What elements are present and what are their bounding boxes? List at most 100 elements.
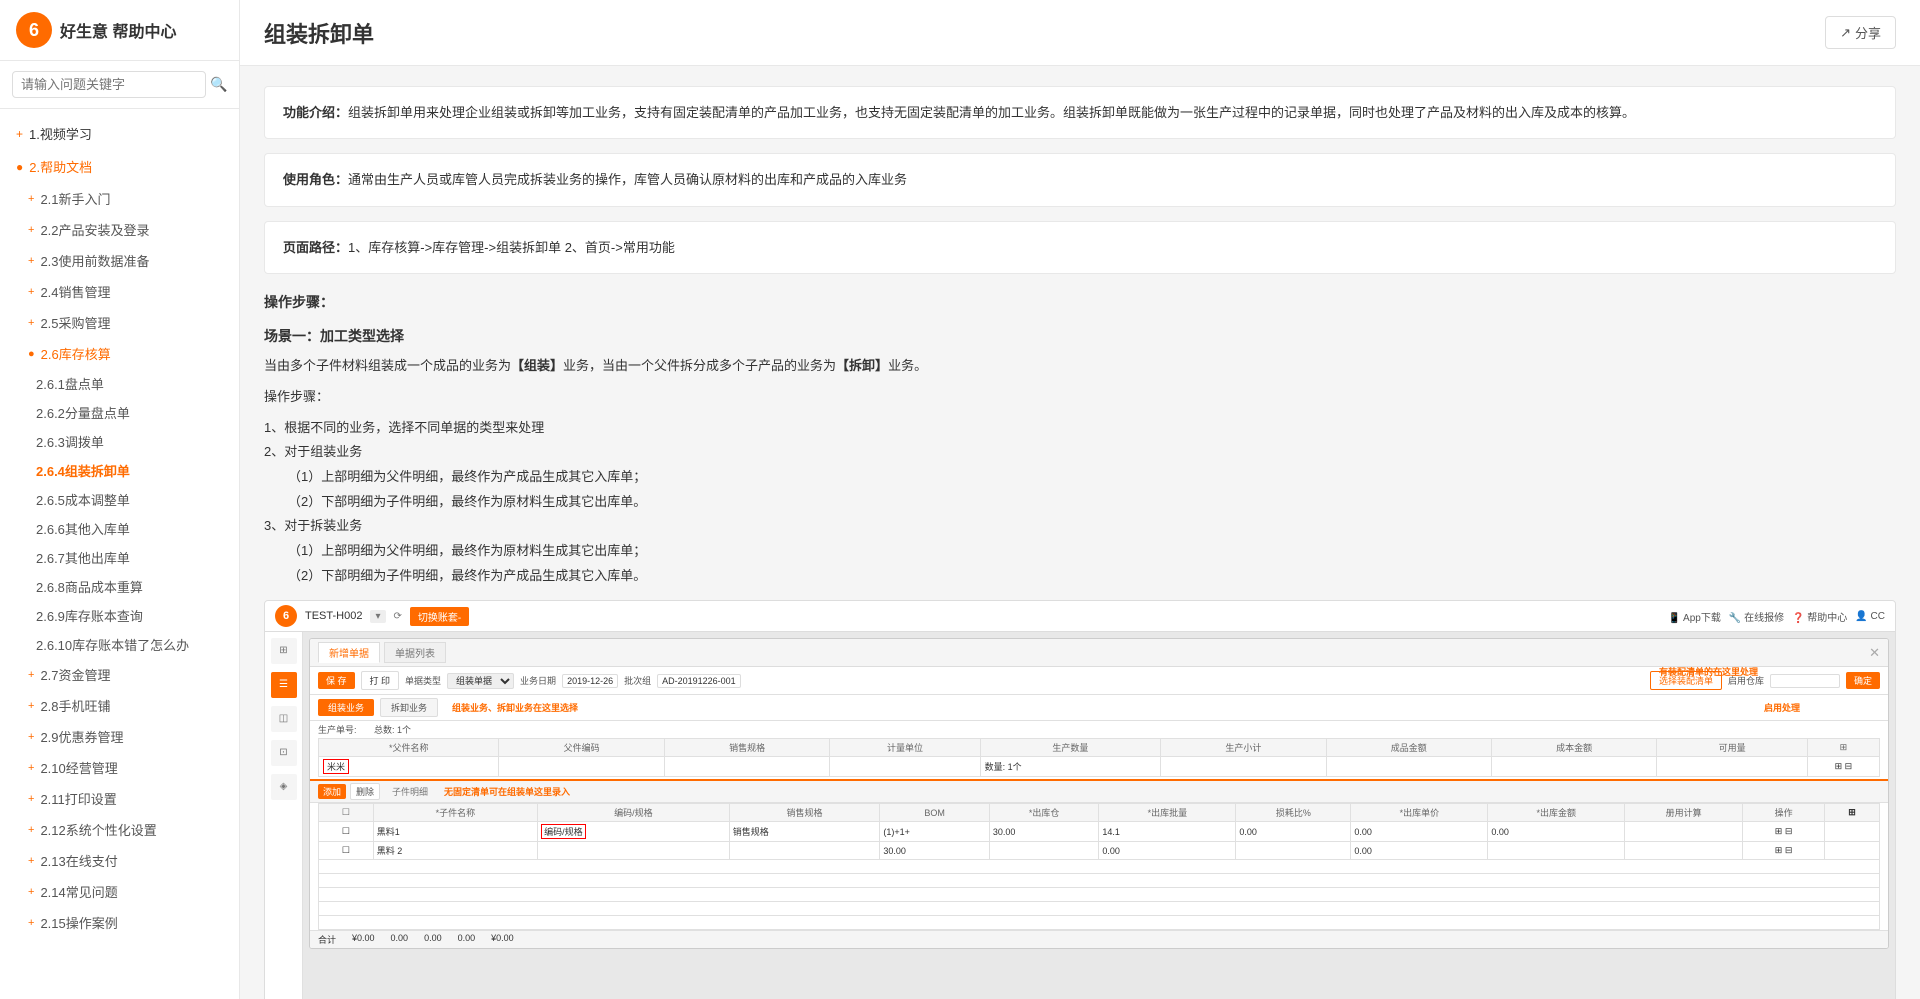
share-label: 分享 bbox=[1855, 23, 1881, 42]
share-icon: ↗ bbox=[1840, 25, 1851, 41]
ss-ltr-2-check: ☐ bbox=[319, 842, 374, 860]
page-title: 组装拆卸单 bbox=[264, 17, 374, 49]
ss-btn-ok[interactable]: 确定 bbox=[1846, 672, 1880, 689]
sidebar-item-stock-check[interactable]: 2.6.9库存账本查询 bbox=[0, 601, 239, 630]
ss-subtab-disassembly[interactable]: 拆卸业务 bbox=[380, 698, 438, 717]
sidebar-item-transfer[interactable]: 2.6.3调拨单 bbox=[0, 427, 239, 456]
step-2: 2、对于组装业务 bbox=[264, 440, 1896, 465]
sub-plus-icon: + bbox=[28, 669, 34, 681]
screenshot-container: 6 TEST-H002 ▾ ⟳ 切换账套- 📱 App下载 🔧 在线报修 ❓ 帮… bbox=[264, 600, 1896, 999]
share-button[interactable]: ↗ 分享 bbox=[1825, 16, 1896, 49]
sidebar-item-label: 2.帮助文档 bbox=[29, 157, 92, 176]
ss-lth-remarks: 册用计算 bbox=[1625, 804, 1743, 822]
sidebar-item-cost-calc[interactable]: 2.6.8商品成本重算 bbox=[0, 572, 239, 601]
main-content: 组装拆卸单 ↗ 分享 功能介绍：组装拆卸单用来处理企业组装或拆卸等加工业务，支持… bbox=[240, 0, 1920, 999]
sub-plus-icon: + bbox=[28, 255, 34, 267]
sidebar-item-install[interactable]: + 2.2产品安装及登录 bbox=[0, 214, 239, 245]
search-input[interactable] bbox=[12, 71, 206, 98]
role-text: 通常由生产人员或库管人员完成拆装业务的操作，库管人员确认原材料的出库和产成品的入… bbox=[348, 172, 907, 187]
ss-lth-loss: 损耗比% bbox=[1236, 804, 1351, 822]
ss-top-icons: 📱 App下载 🔧 在线报修 ❓ 帮助中心 👤 CC bbox=[1668, 609, 1885, 624]
sidebar-item-coupon[interactable]: + 2.9优惠券管理 bbox=[0, 721, 239, 752]
sidebar-item-account-err[interactable]: 2.6.10库存账本错了怎么办 bbox=[0, 630, 239, 659]
ss-btn-del-row[interactable]: 删除 bbox=[350, 783, 380, 800]
sidebar-item-inventory[interactable]: ● 2.6库存核算 bbox=[0, 338, 239, 369]
ss-btn-add-row[interactable]: 添加 bbox=[318, 784, 346, 799]
sidebar-item-faq[interactable]: + 2.14常见问题 bbox=[0, 876, 239, 907]
ss-ltr-3 bbox=[319, 860, 1880, 874]
ss-tab-list[interactable]: 单据列表 bbox=[384, 642, 446, 663]
disassembly-step-1: （1）上部明细为父件明细，最终作为原材料生成其它出库单； bbox=[288, 539, 1896, 564]
sidebar-item-assembly[interactable]: 2.6.4组装拆卸单 bbox=[0, 456, 239, 485]
ss-lth-check: ☐ bbox=[319, 804, 374, 822]
sidebar-item-stocktake[interactable]: 2.6.1盘点单 bbox=[0, 369, 239, 398]
ss-td-action[interactable]: ⊞ ⊟ bbox=[1807, 757, 1879, 777]
ss-nav-icon-home[interactable]: ⊞ bbox=[271, 638, 297, 664]
sidebar-item-split[interactable]: 2.6.2分量盘点单 bbox=[0, 398, 239, 427]
sidebar-item-pay[interactable]: + 2.13在线支付 bbox=[0, 845, 239, 876]
sidebar-item-other-out[interactable]: 2.6.7其他出库单 bbox=[0, 543, 239, 572]
sidebar-item-data-prep[interactable]: + 2.3使用前数据准备 bbox=[0, 245, 239, 276]
sidebar-item-other-in[interactable]: 2.6.6其他入库单 bbox=[0, 514, 239, 543]
ss-td-product-amt bbox=[1326, 757, 1491, 777]
ss-ltr-2-loss bbox=[1236, 842, 1351, 860]
sidebar-item-mobile[interactable]: + 2.8手机旺铺 bbox=[0, 690, 239, 721]
sidebar-item-purchase[interactable]: + 2.5采购管理 bbox=[0, 307, 239, 338]
ss-lower-table-label: 子件明细 bbox=[392, 785, 428, 798]
ss-ltr-2-op[interactable]: ⊞ ⊟ bbox=[1743, 842, 1825, 860]
nav-item-video: + 1.视频学习 bbox=[0, 117, 239, 150]
ss-th-cost-amt: 成本金额 bbox=[1491, 739, 1656, 757]
step-list: 1、根据不同的业务，选择不同单据的类型来处理 2、对于组装业务 （1）上部明细为… bbox=[264, 416, 1896, 589]
sidebar-item-finance[interactable]: + 2.7资金管理 bbox=[0, 659, 239, 690]
ss-th-parent-name: *父件名称 bbox=[319, 739, 499, 757]
logo-icon: 6 bbox=[16, 12, 52, 48]
role-label: 使用角色： bbox=[283, 172, 348, 187]
sidebar-item-sales[interactable]: + 2.4销售管理 bbox=[0, 276, 239, 307]
ss-window-tabs: 新增单据 单据列表 bbox=[318, 642, 446, 663]
ss-lth-total-qty: *出库批量 bbox=[1099, 804, 1236, 822]
ss-ltr-1-name: 黑料1 bbox=[373, 822, 537, 842]
ss-ltr-1-code: 编码/规格 bbox=[538, 822, 730, 842]
ss-btn-save[interactable]: 保 存 bbox=[318, 672, 355, 689]
ss-window-close[interactable]: ✕ bbox=[1869, 645, 1880, 661]
ss-nav-icon-active[interactable]: ☰ bbox=[271, 672, 297, 698]
ss-ltr-1-op[interactable]: ⊞ ⊟ bbox=[1743, 822, 1825, 842]
ss-avatar: 👤 CC bbox=[1855, 611, 1885, 622]
ss-ltr-2-code bbox=[538, 842, 730, 860]
sidebar-item-video[interactable]: + 1.视频学习 bbox=[0, 117, 239, 150]
ss-select-type[interactable]: 组装单据 拆卸单据 bbox=[447, 673, 514, 689]
nav-sub-items-docs: + 2.1新手入门 + 2.2产品安装及登录 + 2.3使用前数据准备 + 2.… bbox=[0, 183, 239, 938]
ss-th-parent-code: 父件编码 bbox=[499, 739, 664, 757]
sub-plus-icon: + bbox=[28, 762, 34, 774]
ss-lth-sale-spec: 销售规格 bbox=[729, 804, 880, 822]
ss-logo: 6 bbox=[275, 605, 297, 627]
ss-ltr-1-expand bbox=[1825, 822, 1880, 842]
disassembly-step-2: （2）下部明细为子件明细，最终作为产成品生成其它入库单。 bbox=[288, 564, 1896, 589]
ss-tab-new[interactable]: 新增单据 bbox=[318, 642, 380, 663]
ss-version: ▾ bbox=[370, 610, 385, 623]
ss-nav-icon-5[interactable]: ◈ bbox=[271, 774, 297, 800]
ss-field-date-label: 业务日期 bbox=[520, 674, 556, 687]
ss-nav-icon-4[interactable]: ⊡ bbox=[271, 740, 297, 766]
ss-switch-btn[interactable]: 切换账套- bbox=[410, 607, 469, 626]
sidebar-item-cost-adjust[interactable]: 2.6.5成本调整单 bbox=[0, 485, 239, 514]
ss-ltr-2-name: 黑料 2 bbox=[373, 842, 537, 860]
sidebar-item-cases[interactable]: + 2.15操作案例 bbox=[0, 907, 239, 938]
search-button[interactable]: 🔍 bbox=[210, 76, 227, 93]
ss-td-subtotal bbox=[1161, 757, 1326, 777]
ss-totals-row: 合计 ¥0.00 0.00 0.00 0.00 ¥0.00 bbox=[310, 930, 1888, 948]
ss-field-batch-value: AD-20191226-001 bbox=[657, 674, 741, 688]
ss-th-action: ⊞ bbox=[1807, 739, 1879, 757]
path-text: 1、库存核算->库存管理->组装拆卸单 2、首页->常用功能 bbox=[348, 240, 675, 255]
scene1-desc: 当由多个子件材料组装成一个成品的业务为【组装】业务，当由一个父件拆分成多个子产品… bbox=[264, 354, 1896, 379]
sidebar-item-ops[interactable]: + 2.10经营管理 bbox=[0, 752, 239, 783]
ss-total-qty3: 0.00 bbox=[458, 933, 476, 946]
sidebar-item-print[interactable]: + 2.11打印设置 bbox=[0, 783, 239, 814]
ss-btn-print[interactable]: 打 印 bbox=[361, 671, 400, 690]
sidebar-item-docs[interactable]: ● 2.帮助文档 bbox=[0, 150, 239, 183]
ss-subtab-assembly[interactable]: 组装业务 bbox=[318, 699, 374, 716]
sidebar-item-sys-config[interactable]: + 2.12系统个性化设置 bbox=[0, 814, 239, 845]
ss-warehouse-input[interactable] bbox=[1770, 674, 1840, 688]
ss-nav-icon-3[interactable]: ◫ bbox=[271, 706, 297, 732]
sidebar-item-new-user[interactable]: + 2.1新手入门 bbox=[0, 183, 239, 214]
